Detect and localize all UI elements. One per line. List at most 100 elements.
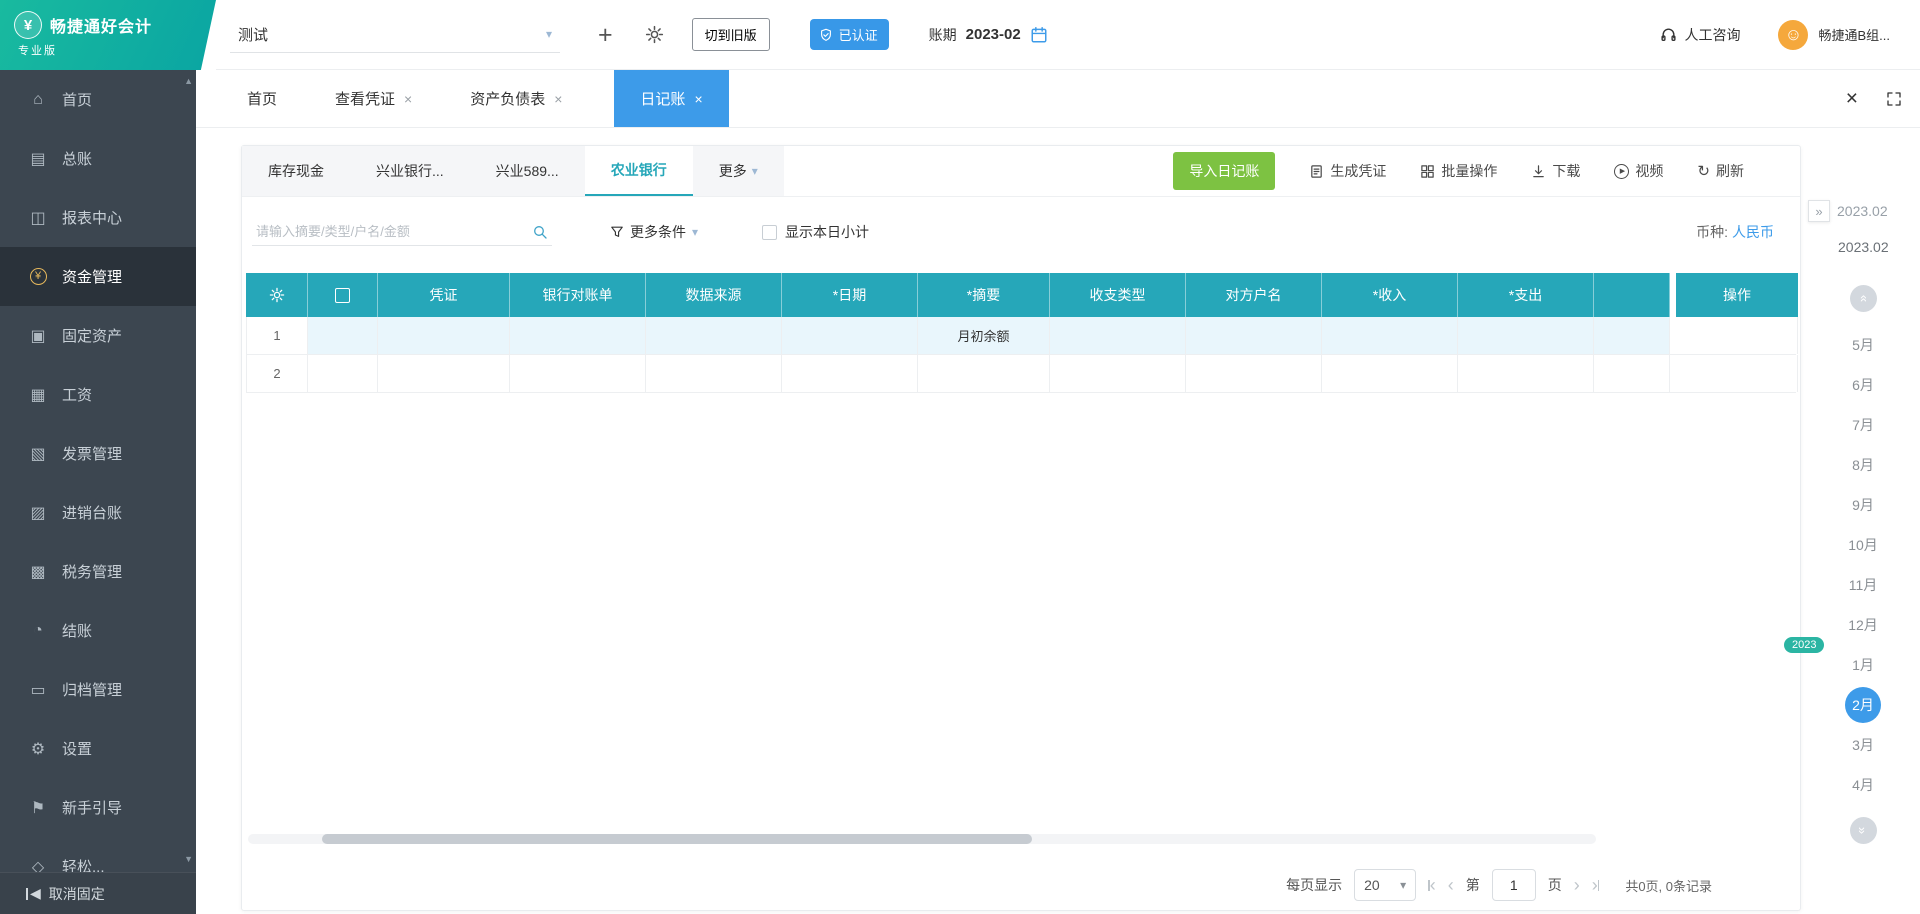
sidebar-item-home[interactable]: ⌂ 首页 bbox=[0, 70, 196, 129]
batch-operations-button[interactable]: 批量操作 bbox=[1420, 161, 1497, 181]
operations-cell[interactable] bbox=[1676, 317, 1798, 354]
tab-balance-sheet[interactable]: 资产负债表 × bbox=[464, 70, 568, 127]
search-icon[interactable] bbox=[532, 224, 548, 240]
close-all-tabs-icon[interactable]: × bbox=[1846, 88, 1858, 109]
column-header-voucher[interactable]: 凭证 bbox=[378, 273, 510, 317]
sidebar-item-funds-management[interactable]: ¥ 资金管理 bbox=[0, 247, 196, 306]
sidebar-item-general-ledger[interactable]: ▤ 总账 bbox=[0, 129, 196, 188]
column-header-summary[interactable]: *摘要 bbox=[918, 273, 1050, 317]
collapse-panel-icon[interactable]: » bbox=[1808, 200, 1830, 222]
table-cell[interactable] bbox=[378, 317, 510, 354]
summary-cell[interactable] bbox=[918, 355, 1050, 392]
daily-subtotal-checkbox[interactable] bbox=[762, 224, 778, 240]
column-header-income[interactable]: *收入 bbox=[1322, 273, 1458, 317]
month-item[interactable]: 4月 bbox=[1840, 765, 1886, 805]
column-header-counterparty[interactable]: 对方户名 bbox=[1186, 273, 1322, 317]
video-help-button[interactable]: ▶ 视频 bbox=[1614, 161, 1663, 181]
table-cell[interactable] bbox=[1458, 355, 1594, 392]
tab-view-voucher[interactable]: 查看凭证 × bbox=[329, 70, 418, 127]
user-avatar[interactable]: ☺ bbox=[1778, 19, 1809, 50]
months-scroll-down-button[interactable]: » bbox=[1849, 817, 1877, 844]
currency-value[interactable]: 人民币 bbox=[1732, 224, 1774, 240]
table-cell[interactable] bbox=[1050, 355, 1186, 392]
live-support-button[interactable]: 人工咨询 bbox=[1660, 25, 1740, 45]
row-select-cell[interactable] bbox=[308, 355, 378, 392]
generate-voucher-button[interactable]: 生成凭证 bbox=[1309, 161, 1386, 181]
more-conditions-button[interactable]: 更多条件 ▾ bbox=[610, 222, 698, 242]
gear-icon[interactable] bbox=[645, 25, 664, 44]
horizontal-scrollbar[interactable] bbox=[248, 834, 1596, 844]
month-item[interactable]: 9月 bbox=[1840, 485, 1886, 525]
account-tab-cib-589[interactable]: 兴业589... bbox=[470, 146, 585, 196]
sidebar-item-misc[interactable]: ◇ 轻松... bbox=[0, 837, 196, 873]
table-cell[interactable] bbox=[1458, 317, 1594, 354]
table-cell[interactable] bbox=[1322, 317, 1458, 354]
select-all-checkbox[interactable] bbox=[335, 287, 350, 303]
table-cell[interactable] bbox=[646, 317, 782, 354]
column-header-data-source[interactable]: 数据来源 bbox=[646, 273, 782, 317]
sidebar-item-tax[interactable]: ▩ 税务管理 bbox=[0, 542, 196, 601]
operations-cell[interactable] bbox=[1676, 355, 1798, 392]
month-item[interactable]: 3月 bbox=[1840, 725, 1886, 765]
row-select-cell[interactable] bbox=[308, 317, 378, 354]
sidebar-item-closing[interactable]: ◔ 结账 bbox=[0, 601, 196, 660]
month-item[interactable]: 8月 bbox=[1840, 445, 1886, 485]
prev-page-button[interactable]: ‹ bbox=[1448, 876, 1454, 894]
sidebar-item-report-center[interactable]: ◫ 报表中心 bbox=[0, 188, 196, 247]
sidebar-item-archive[interactable]: ▭ 归档管理 bbox=[0, 660, 196, 719]
month-item[interactable]: 10月 bbox=[1840, 525, 1886, 565]
account-tab-agri-bank[interactable]: 农业银行 bbox=[584, 146, 693, 196]
unpin-sidebar-button[interactable]: ◀ 取消固定 bbox=[0, 872, 196, 914]
search-input[interactable] bbox=[256, 224, 532, 239]
table-cell[interactable] bbox=[1186, 355, 1322, 392]
user-name[interactable]: 畅捷通B组... bbox=[1818, 25, 1890, 44]
table-cell[interactable] bbox=[510, 355, 646, 392]
page-number-input[interactable] bbox=[1491, 869, 1536, 901]
fullscreen-icon[interactable] bbox=[1886, 91, 1902, 107]
column-header-operations[interactable]: 操作 bbox=[1676, 273, 1798, 317]
switch-old-version-button[interactable]: 切到旧版 bbox=[691, 18, 770, 51]
table-cell[interactable] bbox=[1322, 355, 1458, 392]
sidebar-item-invoice[interactable]: ▧ 发票管理 bbox=[0, 424, 196, 483]
last-page-button[interactable]: › bbox=[1592, 876, 1600, 894]
table-cell[interactable] bbox=[1050, 317, 1186, 354]
account-tab-cash[interactable]: 库存现金 bbox=[242, 146, 350, 196]
sidebar-item-fixed-assets[interactable]: ▣ 固定资产 bbox=[0, 306, 196, 365]
table-cell[interactable] bbox=[1186, 317, 1322, 354]
column-header-bank-statement[interactable]: 银行对账单 bbox=[510, 273, 646, 317]
months-scroll-up-button[interactable]: » bbox=[1849, 285, 1877, 312]
scrollbar-thumb[interactable] bbox=[322, 834, 1032, 844]
account-tab-cib-bank[interactable]: 兴业银行... bbox=[350, 146, 470, 196]
show-daily-subtotal-toggle[interactable]: 显示本日小计 bbox=[762, 222, 869, 242]
workspace-selector[interactable]: 测试 ▾ bbox=[230, 17, 560, 53]
table-cell[interactable] bbox=[646, 355, 782, 392]
column-header-expense[interactable]: *支出 bbox=[1458, 273, 1594, 317]
download-button[interactable]: 下载 bbox=[1531, 161, 1580, 181]
month-item[interactable]: 12月 bbox=[1840, 605, 1886, 645]
table-cell[interactable] bbox=[782, 317, 918, 354]
month-item[interactable]: 6月 bbox=[1840, 365, 1886, 405]
summary-cell[interactable]: 月初余额 bbox=[918, 317, 1050, 354]
table-cell[interactable] bbox=[378, 355, 510, 392]
close-tab-icon[interactable]: × bbox=[694, 91, 702, 107]
close-tab-icon[interactable]: × bbox=[554, 91, 562, 107]
month-item[interactable]: 5月 bbox=[1840, 325, 1886, 365]
sidebar-scroll-up-icon[interactable]: ▲ bbox=[184, 76, 193, 86]
sidebar-scroll-down-icon[interactable]: ▼ bbox=[184, 854, 193, 864]
sidebar-item-purchase-sales[interactable]: ▨ 进销台账 bbox=[0, 483, 196, 542]
account-tab-more[interactable]: 更多 ▾ bbox=[693, 146, 784, 196]
refresh-button[interactable]: ↻ 刷新 bbox=[1697, 161, 1744, 181]
per-page-select[interactable]: 20 ▾ bbox=[1354, 869, 1417, 901]
month-item[interactable]: 11月 bbox=[1840, 565, 1886, 605]
month-item[interactable]: 1月 bbox=[1840, 645, 1886, 685]
import-journal-button[interactable]: 导入日记账 bbox=[1173, 152, 1276, 190]
month-item[interactable]: 7月 bbox=[1840, 405, 1886, 445]
first-page-button[interactable]: ‹ bbox=[1428, 876, 1436, 894]
calendar-icon[interactable] bbox=[1030, 26, 1048, 44]
tab-journal[interactable]: 日记账 × bbox=[614, 70, 729, 127]
sidebar-item-salary[interactable]: ▦ 工资 bbox=[0, 365, 196, 424]
table-cell[interactable] bbox=[510, 317, 646, 354]
column-header-date[interactable]: *日期 bbox=[782, 273, 918, 317]
sidebar-item-guide[interactable]: ⚑ 新手引导 bbox=[0, 778, 196, 837]
certified-badge[interactable]: 已认证 bbox=[809, 19, 889, 50]
